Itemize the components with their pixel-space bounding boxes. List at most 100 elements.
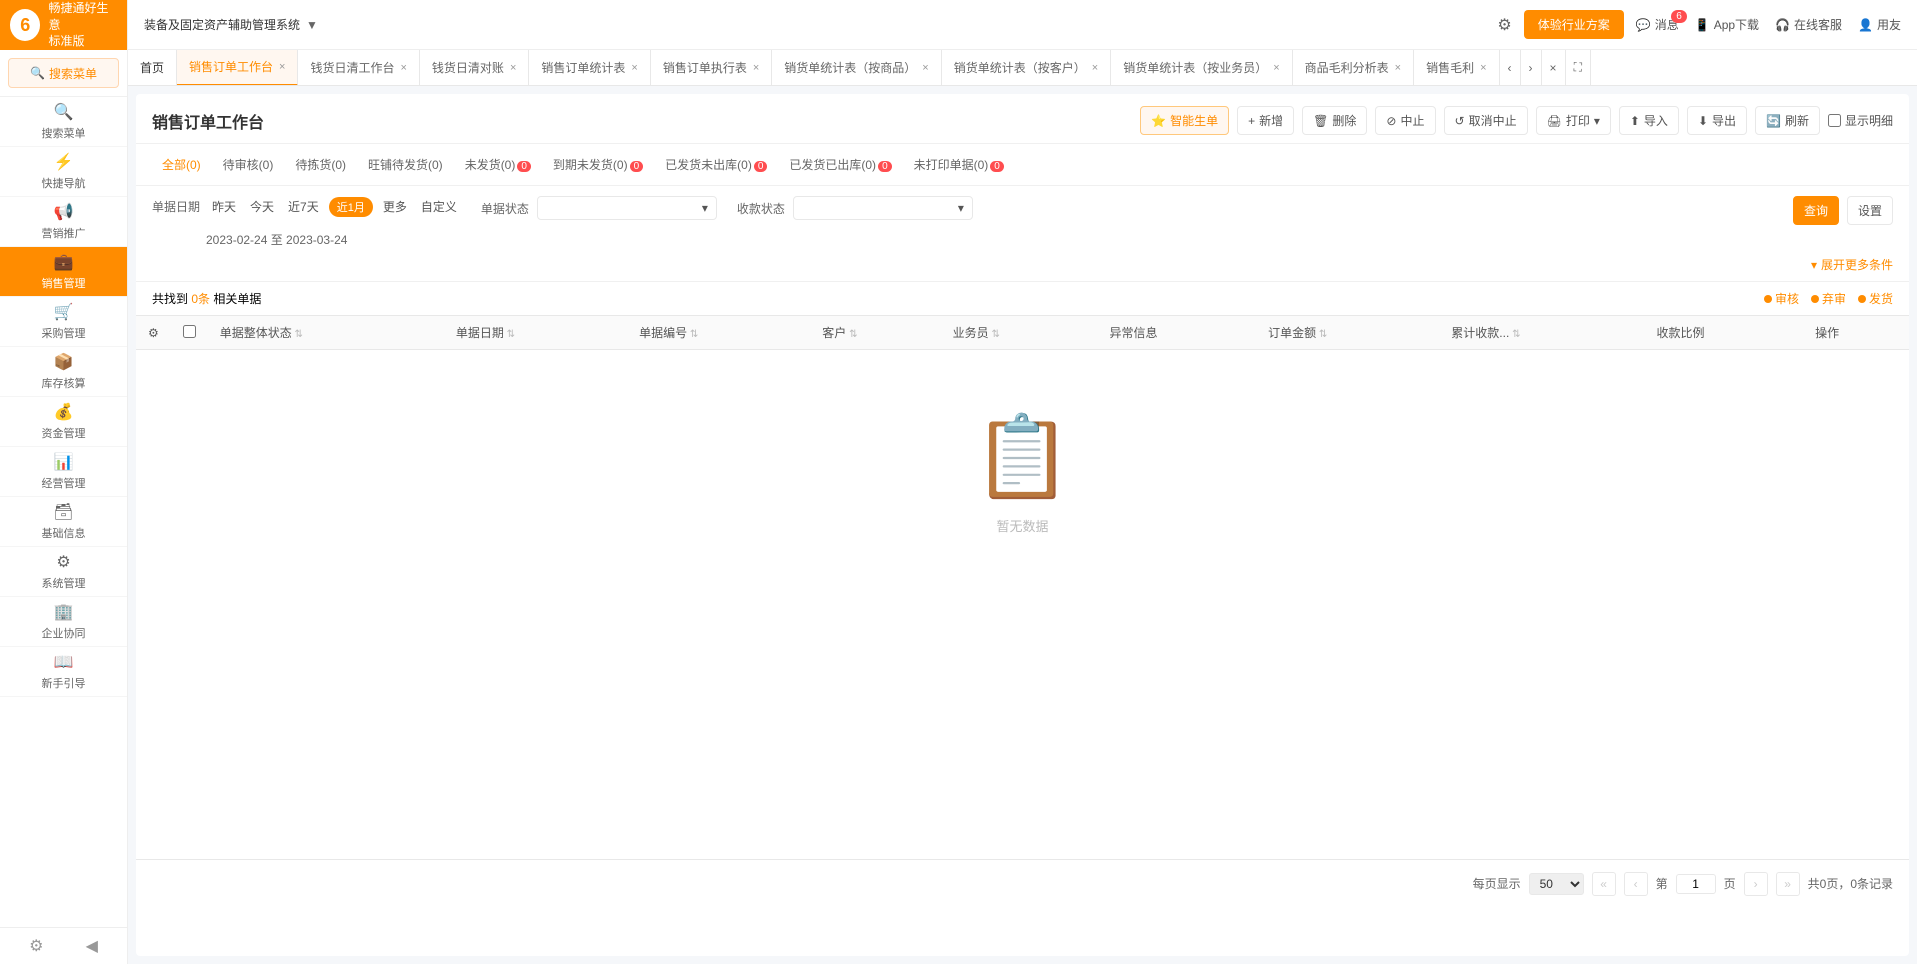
table-action-cancel-review-btn[interactable]: 弃审 — [1811, 290, 1846, 307]
tab-close-sales-workbench[interactable]: × — [279, 61, 285, 73]
tab-sales-profit[interactable]: 销售毛利× — [1414, 50, 1499, 86]
show-detail-input[interactable] — [1828, 114, 1841, 127]
sub-tab-pending-pick[interactable]: 待拣货(0) — [285, 152, 356, 177]
sidebar-item-guide[interactable]: 📖新手引导 — [0, 647, 127, 697]
tab-close-all-btn[interactable]: × — [1542, 50, 1566, 86]
filter-settings-btn[interactable]: 设置 — [1847, 196, 1893, 225]
sort-icon-status[interactable]: ⇅ — [292, 329, 303, 340]
tab-cash-clear[interactable]: 钱货日清工作台× — [298, 50, 419, 86]
date-option-近7天[interactable]: 近7天 — [284, 196, 323, 217]
topbar-action-user[interactable]: 👤用友 — [1858, 16, 1901, 33]
tab-scroll-prev[interactable]: ‹ — [1500, 50, 1521, 86]
tab-sales-exec[interactable]: 销售订单执行表× — [651, 50, 772, 86]
tab-close-sales-stat[interactable]: × — [631, 62, 637, 74]
col-header-status[interactable]: 单据整体状态 ⇅ — [208, 316, 444, 350]
topbar-action-message[interactable]: 💬6消息 — [1636, 16, 1679, 33]
tab-sales-stat[interactable]: 销售订单统计表× — [529, 50, 650, 86]
page-input[interactable] — [1676, 874, 1716, 894]
import-btn[interactable]: ⬆ 导入 — [1619, 106, 1679, 135]
tab-close-sales-exec[interactable]: × — [753, 62, 759, 74]
col-header-customer[interactable]: 客户 ⇅ — [810, 316, 940, 350]
sidebar-item-purchase[interactable]: 🛒采购管理 — [0, 297, 127, 347]
query-btn[interactable]: 查询 — [1793, 196, 1839, 225]
table-action-review-btn[interactable]: 审核 — [1764, 290, 1799, 307]
sidebar-item-quick[interactable]: ⚡快捷导航 — [0, 147, 127, 197]
topbar-action-app[interactable]: 📱App下载 — [1695, 16, 1759, 33]
per-page-select[interactable]: 102050100 — [1529, 873, 1584, 895]
sidebar-item-basic[interactable]: 🗃基础信息 — [0, 497, 127, 547]
tab-sales-summary-staff[interactable]: 销货单统计表（按业务员）× — [1111, 50, 1292, 86]
search-menu-button[interactable]: 🔍 搜索菜单 — [8, 58, 119, 88]
col-header-collected[interactable]: 累计收款... ⇅ — [1439, 316, 1644, 350]
last-page-btn[interactable]: » — [1776, 872, 1800, 896]
tab-close-product-margin[interactable]: × — [1395, 62, 1401, 74]
sort-icon-date[interactable]: ⇅ — [504, 329, 515, 340]
sidebar-item-finance[interactable]: 💰资金管理 — [0, 397, 127, 447]
cancel-stop-btn[interactable]: ↺ 取消中止 — [1444, 106, 1528, 135]
date-option-更多[interactable]: 更多 — [379, 196, 411, 217]
sub-tab-shipped-not-out[interactable]: 已发货未出库(0)0 — [655, 152, 777, 177]
sub-tab-expired-not-shipped[interactable]: 到期未发货(0)0 — [543, 152, 653, 177]
col-header-number[interactable]: 单据编号 ⇅ — [627, 316, 810, 350]
tab-close-cash-clear[interactable]: × — [400, 62, 406, 74]
sidebar-item-system[interactable]: ⚙系统管理 — [0, 547, 127, 597]
tab-product-margin[interactable]: 商品毛利分析表× — [1293, 50, 1414, 86]
stop-btn[interactable]: ⊘ 中止 — [1375, 106, 1435, 135]
next-page-btn[interactable]: › — [1744, 872, 1768, 896]
tab-sales-summary-product[interactable]: 销货单统计表（按商品）× — [772, 50, 941, 86]
export-btn[interactable]: ⬇ 导出 — [1687, 106, 1747, 135]
col-header-amount[interactable]: 订单金额 ⇅ — [1256, 316, 1439, 350]
tab-close-cash-reconcile[interactable]: × — [510, 62, 516, 74]
col-header-staff[interactable]: 业务员 ⇅ — [941, 316, 1098, 350]
delete-btn[interactable]: 🗑 删除 — [1302, 106, 1367, 135]
sidebar-item-enterprise[interactable]: 🏢企业协同 — [0, 597, 127, 647]
tab-home[interactable]: 首页 — [128, 50, 177, 86]
industry-btn[interactable]: 体验行业方案 — [1524, 10, 1624, 39]
col-gear-icon[interactable]: ⚙ — [148, 326, 159, 340]
sidebar-item-operation[interactable]: 📊经营管理 — [0, 447, 127, 497]
date-option-近1月[interactable]: 近1月 — [329, 197, 373, 217]
refresh-btn[interactable]: 🔄 刷新 — [1755, 106, 1820, 135]
show-detail-checkbox[interactable]: 显示明细 — [1828, 112, 1893, 129]
settings-icon[interactable]: ⚙ — [29, 936, 43, 956]
tab-close-sales-summary-staff[interactable]: × — [1273, 62, 1279, 74]
sort-icon-collected[interactable]: ⇅ — [1509, 329, 1520, 340]
payment-filter-select[interactable]: ▾ — [793, 196, 973, 220]
first-page-btn[interactable]: « — [1592, 872, 1616, 896]
sub-tab-shipped-out[interactable]: 已发货已出库(0)0 — [779, 152, 901, 177]
topbar-dropdown-icon[interactable]: ▼ — [306, 18, 318, 32]
sort-icon-staff[interactable]: ⇅ — [989, 329, 1000, 340]
collapse-icon[interactable]: ◀ — [86, 936, 98, 956]
topbar-action-service[interactable]: 🎧在线客服 — [1775, 16, 1842, 33]
sidebar-item-search[interactable]: 🔍搜索菜单 — [0, 97, 127, 147]
add-btn[interactable]: + 新增 — [1237, 106, 1294, 135]
status-filter-select[interactable]: ▾ — [537, 196, 717, 220]
select-all-checkbox[interactable] — [183, 325, 196, 338]
tab-sales-workbench[interactable]: 销售订单工作台× — [177, 50, 298, 86]
sidebar-item-inventory[interactable]: 📦库存核算 — [0, 347, 127, 397]
print-btn[interactable]: 🖨 打印 ▾ — [1536, 106, 1611, 135]
date-option-自定义[interactable]: 自定义 — [417, 196, 461, 217]
tab-scroll-next[interactable]: › — [1521, 50, 1542, 86]
tab-close-sales-profit[interactable]: × — [1480, 62, 1486, 74]
tab-maximize-btn[interactable]: ⛶ — [1566, 50, 1591, 86]
sub-tab-all[interactable]: 全部(0) — [152, 152, 211, 177]
sidebar-item-sales[interactable]: 💼销售管理 — [0, 247, 127, 297]
tab-cash-reconcile[interactable]: 钱货日清对账× — [420, 50, 529, 86]
col-header-date[interactable]: 单据日期 ⇅ — [444, 316, 627, 350]
prev-page-btn[interactable]: ‹ — [1624, 872, 1648, 896]
expand-filter-btn[interactable]: ▾ 展开更多条件 — [1811, 256, 1893, 273]
sort-icon-amount[interactable]: ⇅ — [1316, 329, 1327, 340]
sub-tab-not-printed[interactable]: 未打印单据(0)0 — [904, 152, 1014, 177]
sub-tab-pending-review[interactable]: 待审核(0) — [213, 152, 284, 177]
topbar-settings-icon[interactable]: ⚙ — [1497, 15, 1511, 35]
tab-sales-summary-customer[interactable]: 销货单统计表（按客户）× — [942, 50, 1111, 86]
sort-icon-number[interactable]: ⇅ — [687, 329, 698, 340]
smart-create-btn[interactable]: ⭐ 智能生单 — [1140, 106, 1229, 135]
date-option-今天[interactable]: 今天 — [246, 196, 278, 217]
sidebar-item-marketing[interactable]: 📢营销推广 — [0, 197, 127, 247]
sub-tab-wangpu-pending[interactable]: 旺铺待发货(0) — [358, 152, 453, 177]
date-option-昨天[interactable]: 昨天 — [208, 196, 240, 217]
tab-close-sales-summary-product[interactable]: × — [922, 62, 928, 74]
sub-tab-not-shipped[interactable]: 未发货(0)0 — [455, 152, 541, 177]
